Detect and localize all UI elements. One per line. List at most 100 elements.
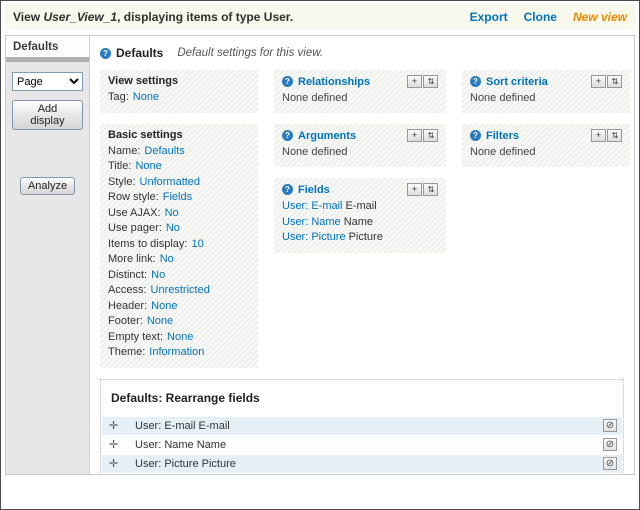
arguments-rearrange-button[interactable]: ⇅: [423, 129, 438, 142]
items-setting-link[interactable]: 10: [191, 238, 203, 250]
filters-add-button[interactable]: +: [591, 129, 606, 142]
filters-empty-text: None defined: [470, 146, 536, 158]
help-icon[interactable]: ?: [470, 130, 481, 141]
add-display-button[interactable]: Add display: [12, 100, 83, 130]
rearrange-title: Defaults: Rearrange fields: [111, 390, 260, 405]
sort-criteria-buttons: + ⇅: [590, 75, 622, 88]
display-settings-content: ? Defaults Default settings for this vie…: [90, 36, 634, 474]
field-item: User: E-mail E-mail: [282, 200, 377, 212]
relationships-add-button[interactable]: +: [407, 75, 422, 88]
view-settings-box: View settings Tag: None: [100, 70, 258, 113]
content-title: Defaults: [116, 46, 164, 60]
column-middle: ? Relationships + ⇅ None defined ? Argum…: [274, 70, 446, 379]
access-setting-link[interactable]: Unrestricted: [151, 284, 210, 296]
relationships-rearrange-button[interactable]: ⇅: [423, 75, 438, 88]
remove-field-button[interactable]: ⊘: [603, 457, 617, 470]
name-setting-link[interactable]: Defaults: [144, 145, 184, 157]
help-icon[interactable]: ?: [282, 130, 293, 141]
rearrange-row: ✛ User: E-mail E-mail ⊘: [102, 416, 622, 435]
setting-row: Header: None: [108, 299, 178, 312]
field-email-link[interactable]: User: E-mail: [282, 200, 343, 212]
empty-text-setting-link[interactable]: None: [167, 331, 193, 343]
help-icon[interactable]: ?: [100, 47, 111, 59]
rearrange-row: ✛ User: Picture Picture ⊘: [102, 454, 622, 473]
sort-criteria-header: ? Sort criteria + ⇅: [470, 75, 622, 88]
display-type-select[interactable]: Page: [12, 72, 83, 91]
relationships-empty-text: None defined: [282, 92, 348, 104]
basic-settings-box: Basic settings Name: Defaults Title: None …: [100, 123, 258, 368]
arguments-header: ? Arguments + ⇅: [282, 129, 438, 142]
drag-handle-icon[interactable]: ✛: [109, 457, 123, 470]
fields-add-button[interactable]: +: [407, 183, 422, 196]
filters-rearrange-button[interactable]: ⇅: [607, 129, 622, 142]
tag-setting-link[interactable]: None: [133, 91, 159, 103]
title-setting-link[interactable]: None: [135, 160, 161, 172]
view-settings-title: View settings: [108, 75, 179, 87]
filters-link[interactable]: Filters: [486, 130, 519, 142]
setting-row: Access: Unrestricted: [108, 284, 210, 296]
row-style-setting-link[interactable]: Fields: [163, 191, 192, 203]
drag-handle-icon[interactable]: ✛: [109, 419, 123, 432]
filters-header: ? Filters + ⇅: [470, 129, 622, 142]
fields-header: ? Fields + ⇅: [282, 183, 438, 196]
setting-row: Items to display: 10: [108, 237, 204, 250]
ajax-setting-link[interactable]: No: [165, 207, 179, 219]
export-link[interactable]: Export: [470, 10, 508, 24]
drag-handle-icon[interactable]: ✛: [109, 438, 123, 451]
sort-criteria-rearrange-button[interactable]: ⇅: [607, 75, 622, 88]
view-actions: Export Clone New view: [470, 10, 627, 24]
arguments-add-button[interactable]: +: [407, 129, 422, 142]
sort-criteria-add-button[interactable]: +: [591, 75, 606, 88]
column-basic: View settings Tag: None Basic settings Na…: [100, 70, 258, 379]
field-picture-link[interactable]: User: Picture: [282, 231, 346, 243]
arguments-buttons: + ⇅: [406, 129, 438, 142]
new-view-link[interactable]: New view: [573, 10, 627, 24]
view-name: User_View_1: [43, 10, 118, 24]
fields-link[interactable]: Fields: [298, 184, 330, 196]
pager-setting-link[interactable]: No: [166, 222, 180, 234]
remove-field-button[interactable]: ⊘: [603, 438, 617, 451]
views-edit-container: Defaults Page Add display Analyze ? Defa…: [5, 35, 635, 475]
setting-row: Use AJAX: No: [108, 206, 179, 219]
relationships-link[interactable]: Relationships: [298, 76, 370, 88]
rearrange-row: ✛ User: Name Name ⊘: [102, 435, 622, 454]
relationships-box: ? Relationships + ⇅ None defined: [274, 70, 446, 113]
setting-row: More link: No: [108, 253, 174, 265]
sort-criteria-link[interactable]: Sort criteria: [486, 76, 548, 88]
setting-row: Use pager: No: [108, 222, 180, 234]
arguments-link[interactable]: Arguments: [298, 130, 356, 142]
footer-setting-link[interactable]: None: [147, 315, 173, 327]
analyze-button[interactable]: Analyze: [19, 177, 76, 195]
distinct-setting-link[interactable]: No: [151, 269, 165, 281]
content-header: ? Defaults Default settings for this vie…: [100, 46, 624, 60]
view-title: View User_View_1, displaying items of ty…: [13, 10, 294, 24]
setting-row: Name: Defaults: [108, 144, 185, 157]
setting-row: Distinct: No: [108, 268, 166, 281]
display-sidebar: Defaults Page Add display Analyze: [6, 36, 90, 474]
basic-settings-title: Basic settings: [108, 128, 183, 141]
help-icon[interactable]: ?: [282, 76, 293, 87]
filters-box: ? Filters + ⇅ None defined: [462, 124, 630, 167]
views-ui-screen: View User_View_1, displaying items of ty…: [0, 0, 640, 510]
setting-row: Style: Unformatted: [108, 175, 201, 188]
more-link-setting-link[interactable]: No: [160, 253, 174, 265]
sort-criteria-empty-text: None defined: [470, 92, 536, 104]
tab-defaults[interactable]: Defaults: [6, 36, 89, 57]
setting-row: Empty text: None: [108, 330, 194, 343]
help-icon[interactable]: ?: [470, 76, 481, 87]
clone-link[interactable]: Clone: [524, 10, 557, 24]
column-right: ? Sort criteria + ⇅ None defined ? Filte…: [462, 70, 630, 379]
theme-setting-link[interactable]: Information: [149, 346, 204, 358]
fields-buttons: + ⇅: [406, 183, 438, 196]
setting-row: Theme: Information: [108, 346, 205, 358]
field-name-link[interactable]: User: Name: [282, 216, 341, 228]
fields-rearrange-button[interactable]: ⇅: [423, 183, 438, 196]
remove-field-button[interactable]: ⊘: [603, 419, 617, 432]
help-icon[interactable]: ?: [282, 184, 293, 195]
style-setting-link[interactable]: Unformatted: [140, 176, 201, 188]
content-subtitle: Default settings for this view.: [177, 47, 324, 59]
header-setting-link[interactable]: None: [151, 300, 177, 312]
sidebar-controls: Page Add display Analyze: [6, 62, 89, 205]
field-item: User: Name Name: [282, 215, 374, 228]
settings-columns: View settings Tag: None Basic settings Na…: [100, 70, 630, 379]
